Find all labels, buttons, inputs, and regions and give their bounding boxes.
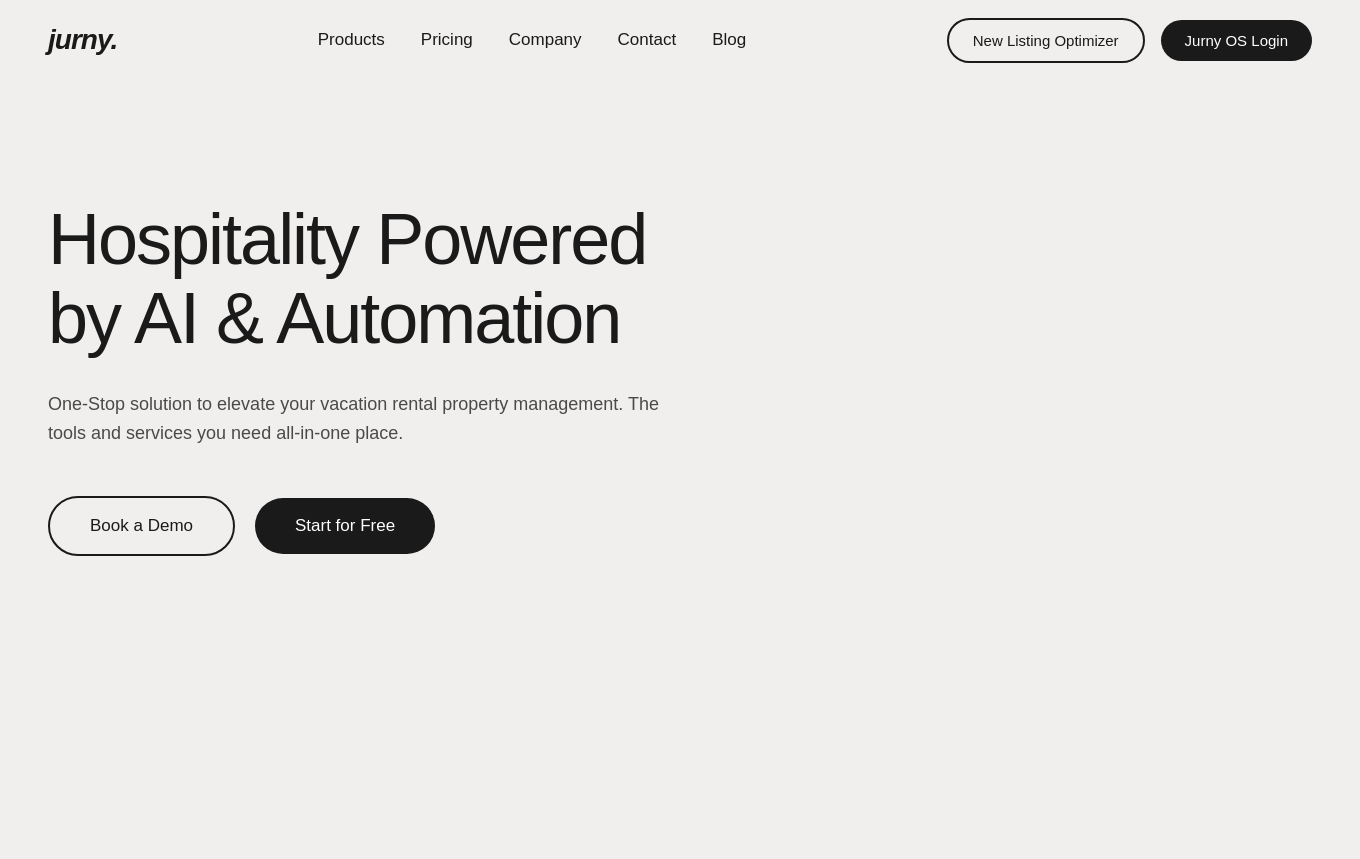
nav-item-blog[interactable]: Blog xyxy=(712,30,746,50)
start-free-button[interactable]: Start for Free xyxy=(255,498,435,554)
hero-subtitle: One-Stop solution to elevate your vacati… xyxy=(48,390,668,448)
jurny-os-login-button[interactable]: Jurny OS Login xyxy=(1161,20,1312,61)
nav-links: Products Pricing Company Contact Blog xyxy=(318,30,746,50)
nav-item-products[interactable]: Products xyxy=(318,30,385,50)
hero-actions: Book a Demo Start for Free xyxy=(48,496,712,556)
book-demo-button[interactable]: Book a Demo xyxy=(48,496,235,556)
logo[interactable]: jurny. xyxy=(48,24,117,56)
nav-actions: New Listing Optimizer Jurny OS Login xyxy=(947,18,1312,63)
hero-title: Hospitality Powered by AI & Automation xyxy=(48,200,712,358)
hero-section: Hospitality Powered by AI & Automation O… xyxy=(0,80,760,636)
navbar: jurny. Products Pricing Company Contact … xyxy=(0,0,1360,80)
nav-item-company[interactable]: Company xyxy=(509,30,582,50)
nav-item-pricing[interactable]: Pricing xyxy=(421,30,473,50)
new-listing-optimizer-button[interactable]: New Listing Optimizer xyxy=(947,18,1145,63)
nav-item-contact[interactable]: Contact xyxy=(618,30,677,50)
